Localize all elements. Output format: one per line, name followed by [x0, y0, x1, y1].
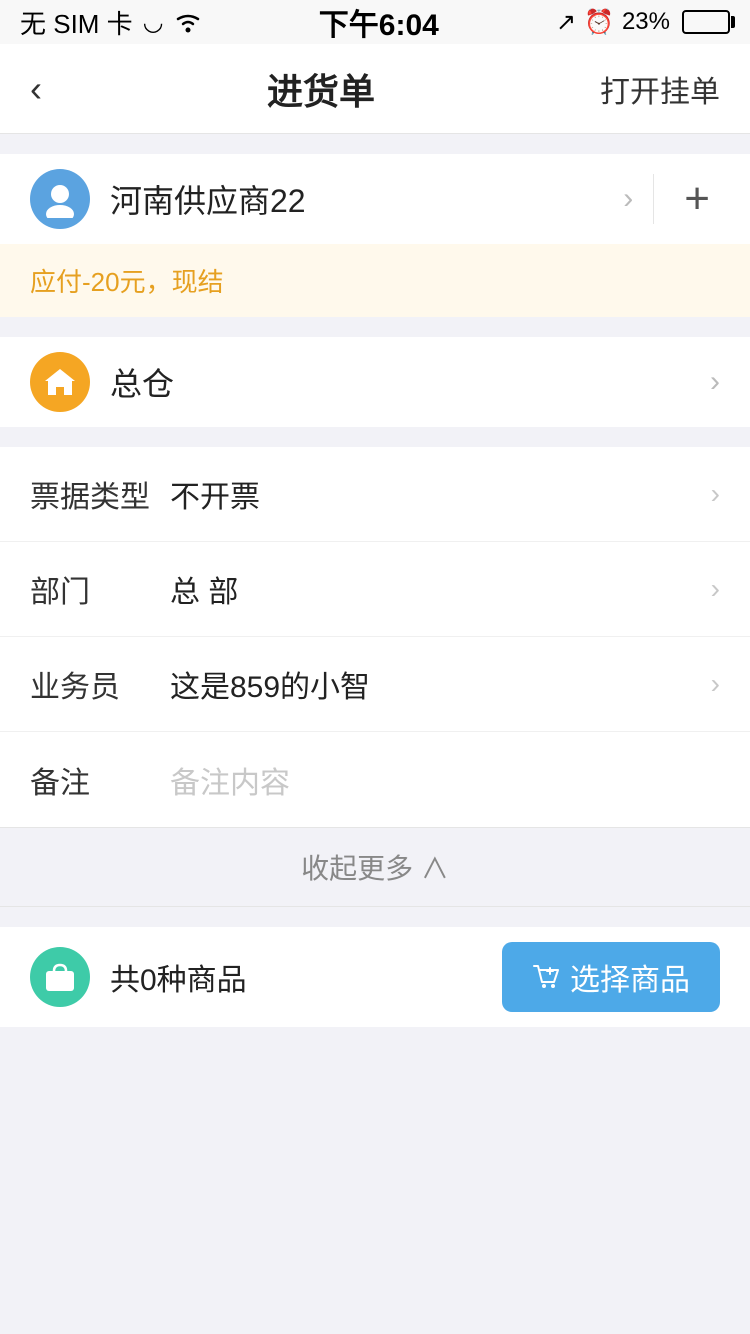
warehouse-row[interactable]: 总仓 ›: [0, 337, 750, 427]
salesperson-row[interactable]: 业务员 这是859的小智 ›: [0, 637, 750, 732]
wifi-signal-icon: [174, 11, 202, 33]
status-time: 下午6:04: [319, 0, 439, 44]
battery-icon: [682, 10, 730, 34]
supplier-row[interactable]: 河南供应商22 › +: [0, 154, 750, 244]
alarm-icon: ⏰: [584, 8, 614, 37]
salesperson-chevron-icon: ›: [711, 668, 720, 700]
divider: [653, 174, 654, 224]
status-bar: 无 SIM 卡 ◡️ 下午6:04 ↗ ⏰ 23%: [0, 0, 750, 44]
product-count: 共0种商品: [110, 955, 502, 999]
salesperson-value: 这是859的小智: [170, 662, 711, 706]
bottom-fill: [0, 1027, 750, 1327]
house-icon: [43, 367, 77, 397]
status-right: ↗ ⏰ 23%: [556, 8, 730, 37]
form-section: 票据类型 不开票 › 部门 总 部 › 业务员 这是859的小智 › 备注 备注…: [0, 447, 750, 827]
shopping-bag-icon: [42, 961, 78, 993]
page-title: 进货单: [267, 63, 375, 115]
invoice-type-chevron-icon: ›: [711, 478, 720, 510]
salesperson-label: 业务员: [30, 662, 170, 706]
department-chevron-icon: ›: [711, 573, 720, 605]
warehouse-name: 总仓: [110, 359, 710, 405]
collapse-label: 收起更多 ∧: [301, 847, 449, 887]
product-icon-wrap: [30, 947, 90, 1007]
invoice-type-label: 票据类型: [30, 472, 170, 516]
wifi-icon: ◡️: [143, 8, 164, 37]
select-product-label: 选择商品: [570, 955, 690, 999]
nav-bar: ‹ 进货单 打开挂单: [0, 44, 750, 134]
collapse-row[interactable]: 收起更多 ∧: [0, 827, 750, 907]
carrier-text: 无 SIM 卡: [20, 4, 133, 41]
product-bar: 共0种商品 选择商品: [0, 927, 750, 1027]
supplier-section: 河南供应商22 › + 应付-20元，现结: [0, 154, 750, 317]
cart-icon: [532, 964, 560, 990]
person-icon: [41, 180, 79, 218]
select-product-button[interactable]: 选择商品: [502, 942, 720, 1012]
remark-placeholder: 备注内容: [170, 758, 720, 802]
status-carrier: 无 SIM 卡 ◡️: [20, 4, 202, 41]
location-icon: ↗: [556, 8, 576, 37]
invoice-type-value: 不开票: [170, 472, 711, 516]
supplier-avatar: [30, 169, 90, 229]
supplier-chevron-icon: ›: [623, 182, 633, 216]
department-label: 部门: [30, 567, 170, 611]
battery-percentage: 23%: [622, 8, 670, 36]
department-value: 总 部: [170, 567, 711, 611]
remark-label: 备注: [30, 758, 170, 802]
gap-1: [0, 134, 750, 154]
add-button[interactable]: +: [674, 174, 720, 224]
warehouse-icon-wrap: [30, 352, 90, 412]
notice-bar: 应付-20元，现结: [0, 244, 750, 317]
back-button[interactable]: ‹: [30, 68, 42, 110]
supplier-name: 河南供应商22: [110, 176, 623, 222]
remark-row[interactable]: 备注 备注内容: [0, 732, 750, 827]
notice-text: 应付-20元，现结: [30, 267, 224, 297]
warehouse-chevron-icon: ›: [710, 365, 720, 399]
department-row[interactable]: 部门 总 部 ›: [0, 542, 750, 637]
invoice-type-row[interactable]: 票据类型 不开票 ›: [0, 447, 750, 542]
open-pending-button[interactable]: 打开挂单: [600, 67, 720, 111]
